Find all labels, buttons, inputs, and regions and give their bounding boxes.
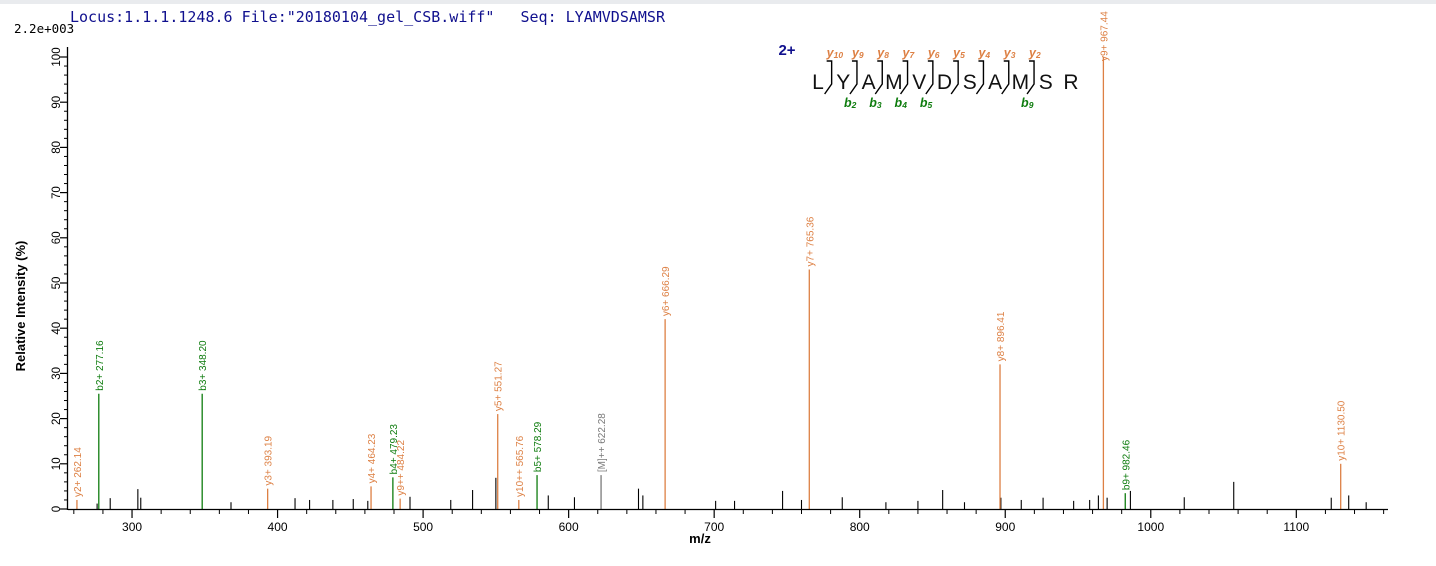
sequence-label: Seq: LYAMVDSAMSR [520, 8, 665, 26]
fragment-ion-label: b5 [920, 96, 933, 110]
fragment-ion-label: b4 [895, 96, 908, 110]
fragment-ion-label: y9 [851, 46, 864, 60]
residue: Y [836, 71, 850, 94]
residue: S [963, 71, 977, 94]
peak-label: y4+ 464.23 [367, 433, 378, 483]
peak-label: y5+ 551.27 [494, 361, 505, 411]
peak-label: [M]++ 622.28 [597, 413, 608, 472]
y-tick-label: 0 [51, 506, 63, 512]
fragment-ion-label: y6 [927, 46, 940, 60]
unlabeled-peaks [96, 477, 1367, 509]
spectrum-viewer-window: y2+ 262.14 b2+ 277.16 b3+ 348.20 y3+ 393.19… [0, 0, 1436, 566]
peak-label: y9++ 484.22 [396, 440, 407, 496]
y-tick-label: 10 [51, 457, 63, 470]
fragment-divider [925, 60, 934, 95]
locus-file-label: Locus:1.1.1.1248.6 File:"20180104_gel_CS… [70, 8, 495, 26]
peak-label: y9+ 967.44 [1099, 11, 1110, 61]
peak-label: b5+ 578.29 [533, 421, 544, 472]
peak-label: y6+ 666.29 [661, 266, 672, 316]
spectrum-header: Locus:1.1.1.1248.6 File:"20180104_gel_CS… [70, 8, 665, 26]
fragment-divider [1001, 60, 1010, 95]
residue: L [812, 71, 824, 94]
x-tick-label: 1100 [1283, 520, 1309, 534]
x-tick-label: 800 [850, 520, 870, 534]
fragment-divider [824, 60, 833, 95]
x-tick-label: 400 [268, 520, 288, 534]
x-tick-label: 500 [413, 520, 433, 534]
peak-label: y3+ 393.19 [264, 435, 275, 485]
y-tick-label: 70 [51, 186, 63, 199]
labeled-peaks: y2+ 262.14 b2+ 277.16 b3+ 348.20 y3+ 393.19… [73, 11, 1348, 509]
fragment-ion-label: y4 [977, 46, 990, 60]
peak-label: b9+ 982.46 [1121, 439, 1132, 490]
x-tick-label: 900 [995, 520, 1015, 534]
x-tick-label: 600 [559, 520, 579, 534]
fragment-ion-label: b3 [869, 96, 882, 110]
fragment-ion-label: y8 [876, 46, 889, 60]
fragment-ion-label: y10 [826, 46, 844, 60]
peptide-fragment-diagram: 2+L Y A M V D S A M S Ry10 y9b2y8b3y7b4y6b5y5 y4 y3 y2… [778, 42, 1078, 110]
y-axis-title: Relative Intensity (%) [13, 241, 28, 372]
fragment-ion-label: y3 [1003, 46, 1016, 60]
residue: D [937, 71, 952, 94]
peak-label: b3+ 348.20 [198, 340, 209, 391]
fragment-ion-label: y5 [952, 46, 965, 60]
peak-label: y10++ 565.76 [515, 435, 526, 497]
intensity-scale-note: 2.2e+003 [14, 21, 75, 36]
fragment-ion-label: y2 [1028, 46, 1041, 60]
residue: A [862, 71, 876, 94]
peak-label: y8+ 896.41 [996, 311, 1007, 361]
fragment-ion-label: b9 [1021, 96, 1034, 110]
peak-label: y7+ 765.36 [805, 216, 816, 266]
x-ticks: 300 400 500 600 700 800 900 1000 1100m/z [73, 510, 1385, 546]
fragment-ion-label: b2 [844, 96, 857, 110]
y-ticks: 0 10 20 30 40 50 60 70 80 90 100 [51, 47, 67, 512]
y-tick-label: 50 [51, 277, 63, 290]
fragment-divider [975, 60, 985, 95]
residue: M [885, 71, 903, 94]
y-tick-label: 90 [51, 96, 63, 109]
fragment-divider [950, 60, 959, 95]
y-tick-label: 20 [51, 412, 63, 425]
fragment-divider [849, 60, 858, 95]
y-tick-label: 80 [51, 141, 63, 154]
fragment-divider [874, 60, 883, 95]
peak-label: y2+ 262.14 [73, 447, 84, 497]
y-tick-label: 60 [51, 231, 63, 244]
y-tick-label: 40 [51, 322, 63, 335]
precursor-charge-label: 2+ [778, 42, 795, 59]
residue: R [1063, 71, 1078, 94]
x-tick-label: 300 [122, 520, 142, 534]
peak-label: b2+ 277.16 [95, 340, 106, 391]
x-axis-title: m/z [689, 531, 711, 546]
ms2-spectrum-plot: y2+ 262.14 b2+ 277.16 b3+ 348.20 y3+ 393.19… [13, 11, 1388, 546]
y-tick-label: 100 [51, 47, 63, 66]
residue: A [988, 71, 1002, 94]
residue: M [1012, 71, 1030, 94]
y-tick-label: 30 [51, 367, 63, 380]
x-tick-label: 1000 [1137, 520, 1164, 534]
residue: S [1039, 71, 1053, 94]
peak-label: y10+ 1130.50 [1337, 400, 1348, 461]
residue: V [912, 71, 926, 94]
fragment-ion-label: y7 [902, 46, 916, 60]
